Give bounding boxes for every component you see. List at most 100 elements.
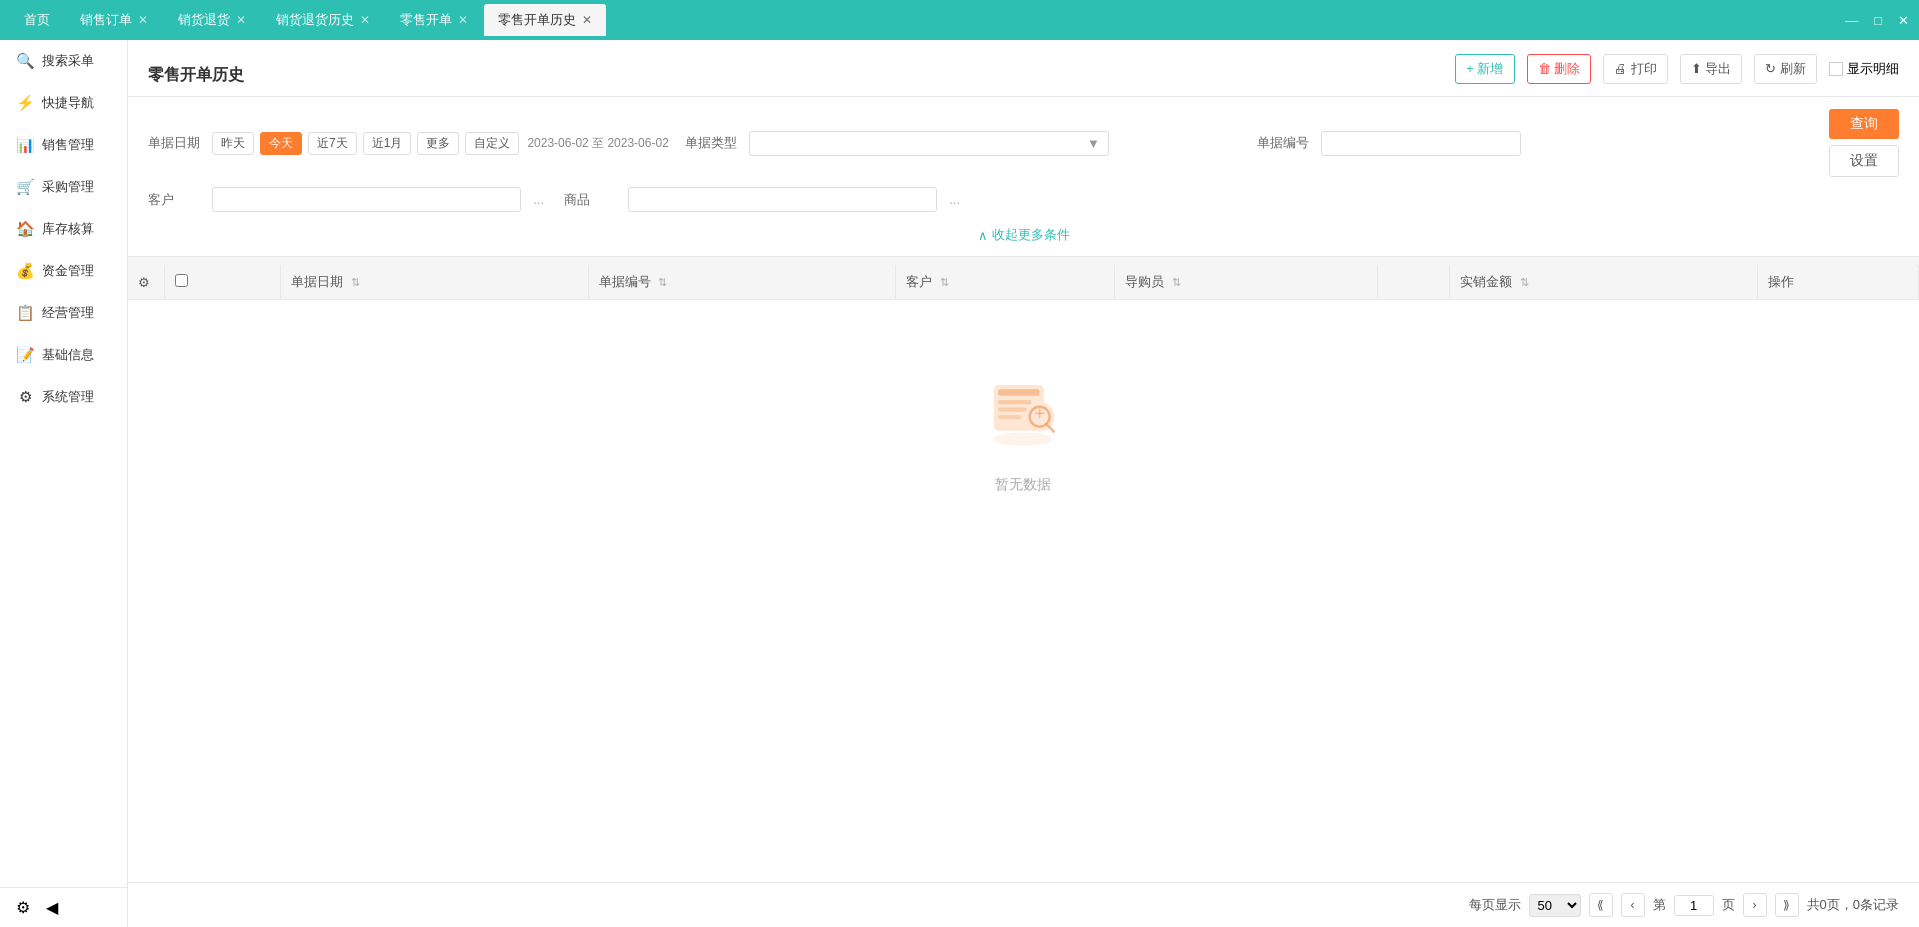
- maximize-button[interactable]: □: [1874, 13, 1882, 28]
- collapse-button[interactable]: ∧ 收起更多条件: [978, 226, 1070, 244]
- tab-close-5[interactable]: ✕: [582, 13, 592, 27]
- product-input[interactable]: [628, 187, 937, 212]
- sidebar-icon-8: ⚙: [16, 388, 34, 406]
- collapse-label: 收起更多条件: [992, 226, 1070, 244]
- sidebar-label-7: 基础信息: [42, 346, 94, 364]
- tab-2[interactable]: 销货退货 ✕: [164, 4, 260, 36]
- date-range-display: 2023-06-02 至 2023-06-02: [527, 135, 668, 152]
- display-toggle[interactable]: 显示明细: [1829, 60, 1899, 78]
- sidebar-item-2[interactable]: 📊销售管理: [0, 124, 127, 166]
- close-button[interactable]: ✕: [1898, 13, 1909, 28]
- print-button[interactable]: 🖨 打印: [1603, 54, 1668, 84]
- query-button[interactable]: 查询: [1829, 109, 1899, 139]
- customer-dots[interactable]: ...: [529, 192, 548, 207]
- empty-text: 暂无数据: [995, 476, 1051, 494]
- filter-row-1: 单据日期 昨天今天近7天近1月更多自定义 2023-06-02 至 2023-0…: [148, 109, 1899, 177]
- next-page-btn[interactable]: ›: [1743, 893, 1767, 917]
- number-label: 单据编号: [1257, 134, 1313, 152]
- date-btn-昨天[interactable]: 昨天: [212, 132, 254, 155]
- th-action: 操作: [1757, 265, 1918, 300]
- th-guide[interactable]: 导购员 ⇅: [1114, 265, 1377, 300]
- content-area: 零售开单历史 + 新增 🗑 删除 🖨 打印 ⬆ 导出 ↻ 刷新 显示明细 单据日…: [128, 40, 1919, 927]
- date-buttons: 昨天今天近7天近1月更多自定义: [212, 132, 519, 155]
- tab-label-4: 零售开单: [400, 11, 452, 29]
- page-number-input[interactable]: 1: [1674, 895, 1714, 916]
- svg-rect-3: [998, 400, 1031, 404]
- refresh-button[interactable]: ↻ 刷新: [1754, 54, 1817, 84]
- page-header: 零售开单历史 + 新增 🗑 删除 🖨 打印 ⬆ 导出 ↻ 刷新 显示明细: [128, 40, 1919, 97]
- settings-icon[interactable]: ⚙: [16, 898, 30, 917]
- th-date[interactable]: 单据日期 ⇅: [281, 265, 589, 300]
- tab-close-4[interactable]: ✕: [458, 13, 468, 27]
- page-title: 零售开单历史: [148, 65, 244, 86]
- tab-close-1[interactable]: ✕: [138, 13, 148, 27]
- th-checkbox[interactable]: [164, 265, 281, 300]
- number-filter-group: 单据编号: [1257, 131, 1813, 156]
- th-customer[interactable]: 客户 ⇅: [896, 265, 1114, 300]
- export-button[interactable]: ⬆ 导出: [1680, 54, 1743, 84]
- tab-0[interactable]: 首页: [10, 4, 64, 36]
- per-page-select[interactable]: 50 100 200: [1529, 894, 1581, 917]
- th-amount[interactable]: 实销金额 ⇅: [1449, 265, 1757, 300]
- th-number[interactable]: 单据编号 ⇅: [588, 265, 896, 300]
- sidebar-item-3[interactable]: 🛒采购管理: [0, 166, 127, 208]
- sidebar: 🔍搜索采单⚡快捷导航📊销售管理🛒采购管理 🏠 库存核算 💰资金管理 📋 经营管理 📝基础信息…: [0, 40, 128, 927]
- sidebar-item-0[interactable]: 🔍搜索采单: [0, 40, 127, 82]
- table-area: ⚙ 单据日期 ⇅ 单据编号 ⇅ 客户 ⇅: [128, 265, 1919, 882]
- th-customer-sort: ⇅: [940, 276, 949, 288]
- th-amount-sort: ⇅: [1520, 276, 1529, 288]
- tab-label-1: 销售订单: [80, 11, 132, 29]
- date-btn-今天[interactable]: 今天: [260, 132, 302, 155]
- number-input[interactable]: [1321, 131, 1521, 156]
- customer-input[interactable]: [212, 187, 521, 212]
- date-btn-更多[interactable]: 更多: [417, 132, 459, 155]
- prev-page-btn[interactable]: ‹: [1621, 893, 1645, 917]
- collapse-sidebar-icon[interactable]: ◀: [46, 898, 58, 917]
- svg-rect-5: [998, 415, 1021, 419]
- sidebar-item-7[interactable]: 📝基础信息: [0, 334, 127, 376]
- display-checkbox[interactable]: [1829, 62, 1843, 76]
- date-btn-自定义[interactable]: 自定义: [465, 132, 519, 155]
- filter-area: 单据日期 昨天今天近7天近1月更多自定义 2023-06-02 至 2023-0…: [128, 97, 1919, 257]
- svg-point-0: [994, 433, 1052, 446]
- sidebar-icon-1: ⚡: [16, 94, 34, 112]
- th-number-label: 单据编号: [599, 274, 651, 289]
- sidebar-label-6: 经营管理: [42, 304, 94, 322]
- sidebar-item-4[interactable]: 🏠 库存核算: [0, 208, 127, 250]
- sidebar-icon-3: 🛒: [16, 178, 34, 196]
- table-settings-icon[interactable]: ⚙: [128, 265, 164, 300]
- add-button[interactable]: + 新增: [1455, 54, 1514, 84]
- type-select[interactable]: ▼: [749, 131, 1109, 156]
- date-btn-近7天[interactable]: 近7天: [308, 132, 357, 155]
- tab-label-0: 首页: [24, 11, 50, 29]
- minimize-button[interactable]: —: [1845, 13, 1858, 28]
- main-layout: 🔍搜索采单⚡快捷导航📊销售管理🛒采购管理 🏠 库存核算 💰资金管理 📋 经营管理 📝基础信息…: [0, 40, 1919, 927]
- sidebar-item-1[interactable]: ⚡快捷导航: [0, 82, 127, 124]
- svg-rect-2: [998, 389, 1040, 396]
- date-btn-近1月[interactable]: 近1月: [363, 132, 412, 155]
- sidebar-label-4: 库存核算: [42, 220, 94, 238]
- query-settings: 查询 设置: [1829, 109, 1899, 177]
- sidebar-icon-0: 🔍: [16, 52, 34, 70]
- tab-bar: 首页销售订单 ✕销货退货 ✕销货退货历史 ✕零售开单 ✕零售开单历史 ✕: [10, 4, 1845, 36]
- select-all-checkbox[interactable]: [175, 274, 188, 287]
- total-info: 共0页，0条记录: [1807, 896, 1899, 914]
- sidebar-item-5[interactable]: 💰资金管理: [0, 250, 127, 292]
- sidebar-item-6[interactable]: 📋 经营管理: [0, 292, 127, 334]
- last-page-btn[interactable]: ⟫: [1775, 893, 1799, 917]
- tab-3[interactable]: 销货退货历史 ✕: [262, 4, 384, 36]
- tab-1[interactable]: 销售订单 ✕: [66, 4, 162, 36]
- tab-close-2[interactable]: ✕: [236, 13, 246, 27]
- sidebar-label-2: 销售管理: [42, 136, 94, 154]
- sidebar-item-8[interactable]: ⚙系统管理: [0, 376, 127, 418]
- delete-button[interactable]: 🗑 删除: [1527, 54, 1592, 84]
- tab-close-3[interactable]: ✕: [360, 13, 370, 27]
- customer-label: 客户: [148, 191, 204, 209]
- product-dots[interactable]: ...: [945, 192, 964, 207]
- tab-4[interactable]: 零售开单 ✕: [386, 4, 482, 36]
- tab-5[interactable]: 零售开单历史 ✕: [484, 4, 606, 36]
- sidebar-icon-6: 📋: [16, 304, 34, 322]
- settings-button[interactable]: 设置: [1829, 145, 1899, 177]
- first-page-btn[interactable]: ⟪: [1589, 893, 1613, 917]
- sidebar-icon-4: 🏠: [16, 220, 34, 238]
